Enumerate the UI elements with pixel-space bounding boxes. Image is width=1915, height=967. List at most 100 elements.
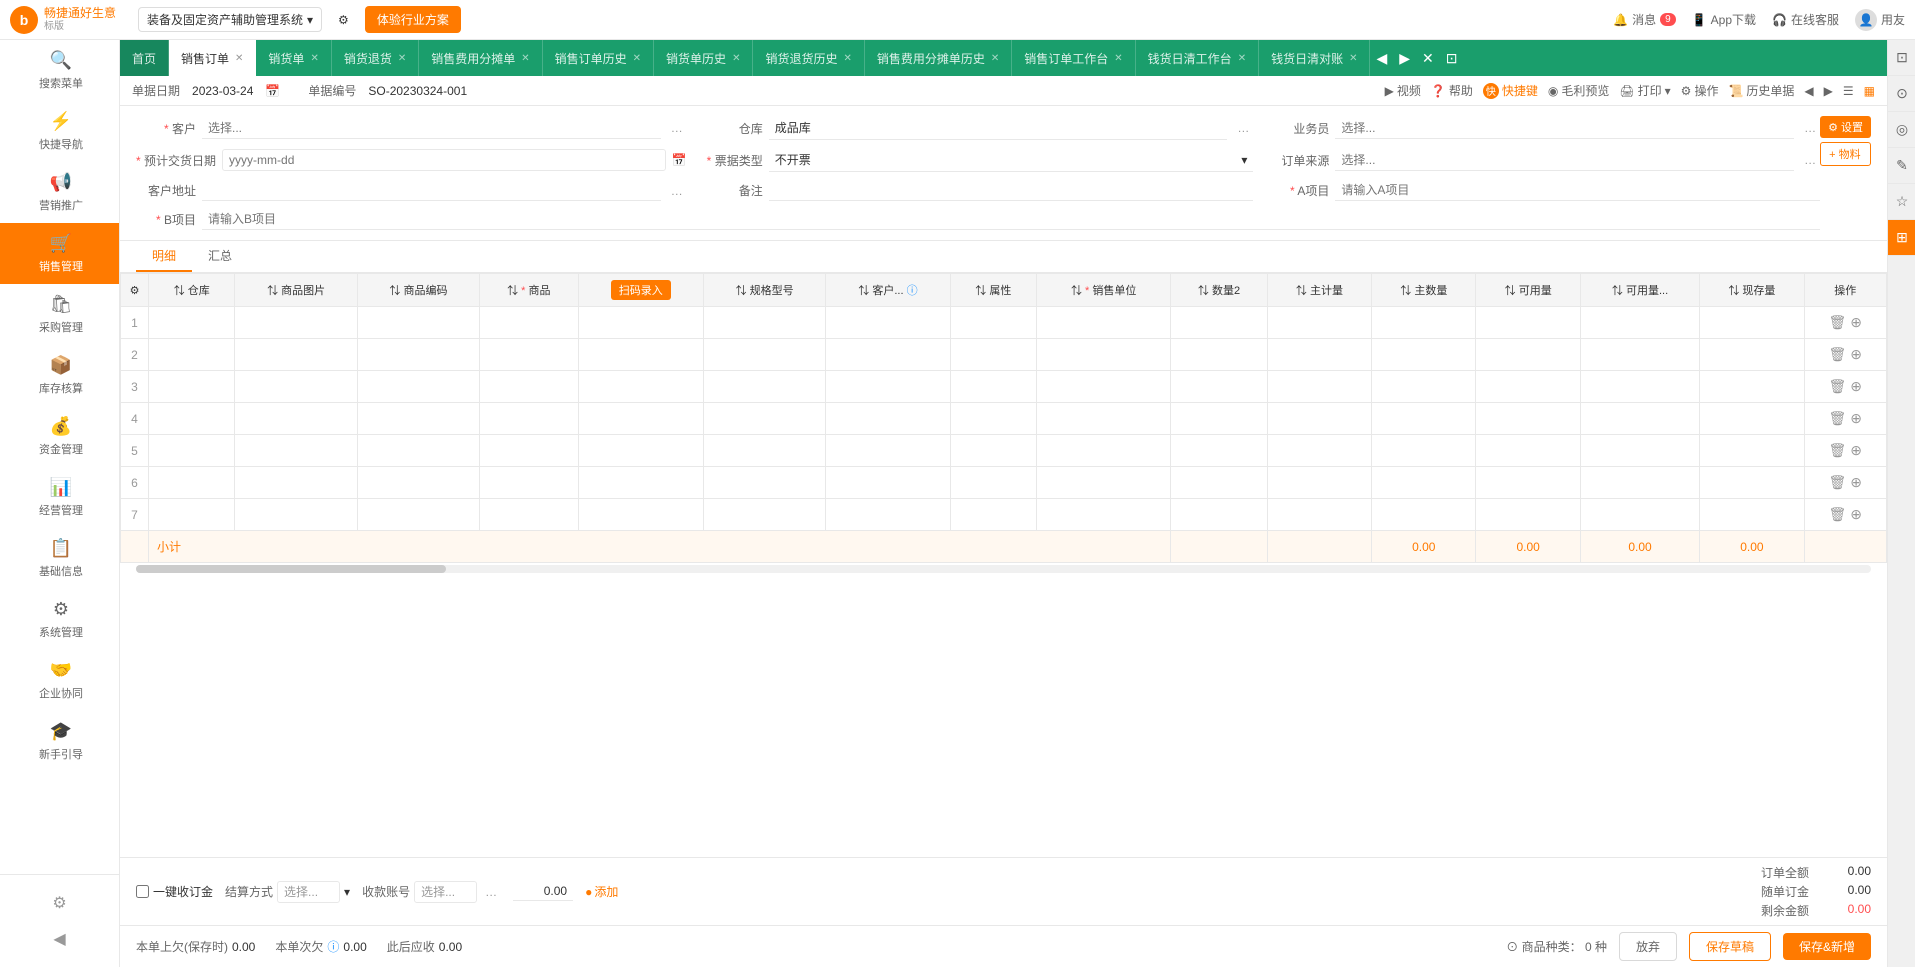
horizontal-scrollbar[interactable] bbox=[136, 565, 1871, 573]
delete-row-icon[interactable]: 🗑 bbox=[1829, 442, 1847, 459]
date-picker-icon[interactable]: 📅 bbox=[672, 153, 687, 167]
warehouse-select[interactable]: 成品库 bbox=[769, 116, 1228, 140]
tab-next[interactable]: ▶ bbox=[1393, 50, 1416, 67]
tab-expand[interactable]: ⊡ bbox=[1440, 50, 1464, 67]
scan-input-btn[interactable]: 扫码录入 bbox=[611, 280, 671, 300]
sidebar-item-marketing[interactable]: 📢 营销推广 bbox=[0, 162, 119, 223]
copy-row-icon[interactable]: ⊕ bbox=[1850, 346, 1862, 363]
tab-sales-order[interactable]: 销售订单 ✕ bbox=[169, 40, 256, 76]
tab-cash-workbench[interactable]: 钱货日清工作台 ✕ bbox=[1136, 40, 1259, 76]
tab-order-history[interactable]: 销售订单历史 ✕ bbox=[543, 40, 654, 76]
note-input[interactable] bbox=[769, 180, 1254, 201]
tab-summary[interactable]: 汇总 bbox=[192, 241, 248, 272]
close-icon[interactable]: ✕ bbox=[1349, 53, 1357, 64]
close-icon[interactable]: ✕ bbox=[310, 53, 318, 64]
settings-btn[interactable]: ⚙ bbox=[330, 10, 357, 30]
sidebar-item-quick-nav[interactable]: ⚡ 快捷导航 bbox=[0, 101, 119, 162]
tab-return[interactable]: 销货退货 ✕ bbox=[332, 40, 419, 76]
calendar-icon[interactable]: 📅 bbox=[265, 84, 280, 98]
operations-btn[interactable]: ⚙ 操作 bbox=[1681, 82, 1719, 99]
tab-return-history[interactable]: 销货退货历史 ✕ bbox=[753, 40, 864, 76]
copy-row-icon[interactable]: ⊕ bbox=[1850, 410, 1862, 427]
col-scan[interactable]: 扫码录入 bbox=[578, 274, 703, 307]
tab-reconcile[interactable]: 钱货日清对账 ✕ bbox=[1259, 40, 1370, 76]
right-panel-icon-1[interactable]: ⊡ bbox=[1888, 40, 1915, 76]
tab-home[interactable]: 首页 bbox=[120, 40, 169, 76]
help-btn[interactable]: ❓ 帮助 bbox=[1431, 82, 1473, 99]
shortcut-btn[interactable]: 快 快捷键 bbox=[1483, 82, 1538, 99]
tab-order-workbench[interactable]: 销售订单工作台 ✕ bbox=[1012, 40, 1135, 76]
tab-invoice-history[interactable]: 销货单历史 ✕ bbox=[654, 40, 753, 76]
salesperson-input[interactable] bbox=[1335, 118, 1794, 139]
user-area[interactable]: 👤 用友 bbox=[1855, 9, 1905, 31]
sidebar-item-finance[interactable]: 💰 资金管理 bbox=[0, 406, 119, 467]
a-project-input[interactable] bbox=[1335, 180, 1820, 201]
payment-method-select[interactable]: 选择... bbox=[277, 881, 340, 903]
invoice-type-select[interactable]: 不开票 ▾ bbox=[769, 148, 1254, 172]
sidebar-item-sales[interactable]: 🛒 销售管理 bbox=[0, 223, 119, 284]
close-icon[interactable]: ✕ bbox=[1114, 53, 1122, 64]
delete-row-icon[interactable]: 🗑 bbox=[1829, 410, 1847, 427]
save-draft-button[interactable]: 保存草稿 bbox=[1689, 932, 1771, 961]
copy-row-icon[interactable]: ⊕ bbox=[1850, 474, 1862, 491]
salesperson-more-btn[interactable]: … bbox=[1800, 121, 1820, 135]
col-settings[interactable]: ⚙ bbox=[121, 274, 149, 307]
notification-area[interactable]: 🔔 消息 9 bbox=[1613, 11, 1676, 28]
copy-row-icon[interactable]: ⊕ bbox=[1850, 378, 1862, 395]
sidebar-item-enterprise[interactable]: 🤝 企业协同 bbox=[0, 650, 119, 711]
sidebar-item-guide[interactable]: 🎓 新手引导 bbox=[0, 711, 119, 772]
save-new-button[interactable]: 保存&新增 bbox=[1783, 933, 1871, 960]
close-icon[interactable]: ✕ bbox=[1238, 53, 1246, 64]
close-icon[interactable]: ✕ bbox=[521, 53, 529, 64]
sidebar-item-system[interactable]: ⚙ 系统管理 bbox=[0, 589, 119, 650]
tab-detail[interactable]: 明细 bbox=[136, 241, 192, 272]
copy-row-icon[interactable]: ⊕ bbox=[1850, 314, 1862, 331]
tab-expense-alloc[interactable]: 销售费用分摊单 ✕ bbox=[419, 40, 542, 76]
tab-prev[interactable]: ◀ bbox=[1370, 50, 1393, 67]
sidebar-collapse-btn[interactable]: ◀ bbox=[0, 921, 119, 957]
delete-row-icon[interactable]: 🗑 bbox=[1829, 314, 1847, 331]
settings-action-btn[interactable]: ⚙ 设置 bbox=[1820, 116, 1871, 138]
close-icon[interactable]: ✕ bbox=[843, 53, 851, 64]
order-source-input[interactable] bbox=[1335, 150, 1794, 171]
b-project-input[interactable] bbox=[202, 209, 1820, 230]
one-click-checkbox[interactable] bbox=[136, 885, 149, 898]
warehouse-more-btn[interactable]: … bbox=[1233, 121, 1253, 135]
right-panel-icon-3[interactable]: ◎ bbox=[1888, 112, 1915, 148]
history-btn[interactable]: 📜 历史单据 bbox=[1728, 82, 1794, 99]
one-click-payment-checkbox[interactable]: 一键收订金 bbox=[136, 883, 213, 900]
delivery-date-input[interactable] bbox=[222, 149, 666, 171]
delete-row-icon[interactable]: 🗑 bbox=[1829, 474, 1847, 491]
solution-button[interactable]: 体验行业方案 bbox=[365, 6, 461, 33]
tab-sales-invoice[interactable]: 销货单 ✕ bbox=[256, 40, 331, 76]
add-payment-btn[interactable]: ● 添加 bbox=[585, 883, 618, 900]
profit-btn[interactable]: ◉ 毛利预览 bbox=[1548, 82, 1610, 99]
copy-row-icon[interactable]: ⊕ bbox=[1850, 506, 1862, 523]
close-icon[interactable]: ✕ bbox=[235, 53, 243, 64]
order-source-more-btn[interactable]: … bbox=[1800, 153, 1820, 167]
nav-prev-btn[interactable]: ◀ bbox=[1804, 84, 1813, 98]
delete-row-icon[interactable]: 🗑 bbox=[1829, 506, 1847, 523]
print-btn[interactable]: 🖨 打印 ▾ bbox=[1619, 82, 1670, 99]
tab-close-all[interactable]: ✕ bbox=[1416, 50, 1440, 67]
right-panel-icon-5[interactable]: ☆ bbox=[1888, 184, 1915, 220]
list-view-btn[interactable]: ☰ bbox=[1843, 84, 1854, 98]
view-btn[interactable]: ▶ 视频 bbox=[1385, 82, 1421, 99]
right-panel-icon-4[interactable]: ✎ bbox=[1888, 148, 1915, 184]
system-select[interactable]: 装备及固定资产辅助管理系统 ▾ bbox=[138, 7, 322, 32]
address-more-btn[interactable]: … bbox=[667, 184, 687, 198]
online-service[interactable]: 🎧 在线客服 bbox=[1772, 11, 1839, 28]
sidebar-item-operations[interactable]: 📊 经营管理 bbox=[0, 467, 119, 528]
discard-button[interactable]: 放弃 bbox=[1619, 932, 1677, 961]
right-panel-icon-2[interactable]: ⊙ bbox=[1888, 76, 1915, 112]
app-download[interactable]: 📱 App下载 bbox=[1692, 11, 1756, 28]
sidebar-item-purchase[interactable]: 🛍 采购管理 bbox=[0, 284, 119, 345]
sidebar-item-search[interactable]: 🔍 搜索菜单 bbox=[0, 40, 119, 101]
right-panel-icon-6[interactable]: ⊞ bbox=[1888, 220, 1915, 256]
scrollbar-thumb[interactable] bbox=[136, 565, 446, 573]
close-icon[interactable]: ✕ bbox=[732, 53, 740, 64]
sidebar-settings-btn[interactable]: ⚙ bbox=[0, 885, 119, 921]
customer-more-btn[interactable]: … bbox=[667, 121, 687, 135]
close-icon[interactable]: ✕ bbox=[398, 53, 406, 64]
payment-account-select[interactable]: 选择... bbox=[414, 881, 477, 903]
